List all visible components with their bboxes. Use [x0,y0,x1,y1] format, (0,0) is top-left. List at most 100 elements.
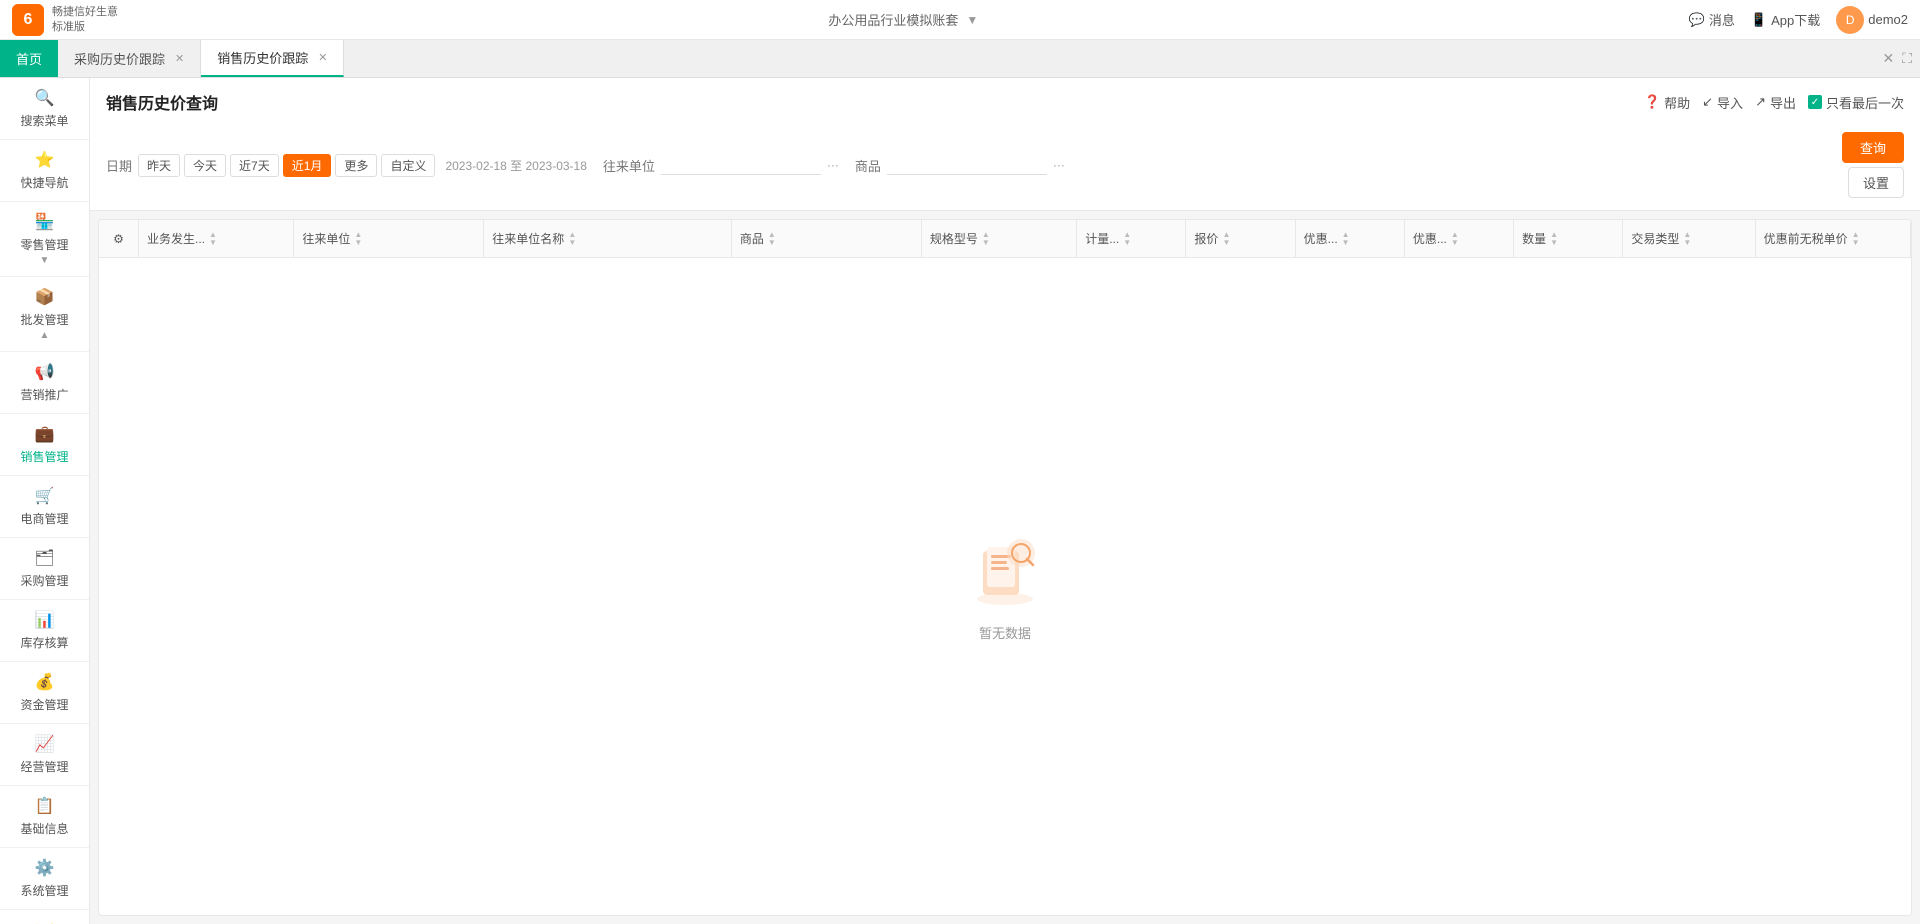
user-name: demo2 [1868,12,1908,27]
sidebar-item-retail[interactable]: 🏪 零售管理 ▼ [0,202,89,277]
sort-partner-name-icon: ▲▼ [568,231,576,247]
app-download-button[interactable]: 📱 App下载 [1751,10,1820,29]
message-icon: 💬 [1689,12,1705,28]
sidebar-item-purchase[interactable]: 🗂 采购管理 [0,538,89,600]
import-icon: ↙ [1702,94,1713,110]
th-partner[interactable]: 往来单位 ▲▼ [294,220,484,257]
th-trade-type[interactable]: 交易类型 ▲▼ [1623,220,1755,257]
retail-arrow-icon: ▼ [40,255,50,266]
retail-icon: 🏪 [35,212,55,232]
sidebar-sales-mgmt-label: 销售管理 [20,448,68,465]
main-layout: 🔍 搜索菜单 ⭐ 快捷导航 🏪 零售管理 ▼ 📦 批发管理 ▲ 📢 营销推广 💼… [0,78,1920,924]
logo-area: 6 畅捷信好生意 标准版 [12,4,118,36]
sidebar-item-basic[interactable]: 📋 基础信息 [0,786,89,848]
help-button[interactable]: ❓ 帮助 [1644,93,1690,112]
sort-biz-date-icon: ▲▼ [209,231,217,247]
account-dropdown-icon[interactable]: ▼ [966,13,978,27]
date-custom[interactable]: 自定义 [381,154,435,177]
date-7days[interactable]: 近7天 [230,154,279,177]
sidebar-item-wholesale[interactable]: 📦 批发管理 ▲ [0,277,89,352]
purchase-history-tab-label: 采购历史价跟踪 [74,49,165,68]
logo-text: 畅捷信好生意 标准版 [52,5,118,34]
sidebar-business-label: 经营管理 [20,758,68,775]
settings-button[interactable]: 设置 [1848,167,1904,198]
sort-notax-price-icon: ▲▼ [1852,231,1860,247]
th-disc2[interactable]: 优惠... ▲▼ [1405,220,1514,257]
th-unit[interactable]: 计量... ▲▼ [1077,220,1186,257]
tab-sales-history[interactable]: 销售历史价跟踪 ✕ [201,40,344,77]
query-button[interactable]: 查询 [1842,132,1904,163]
tab-purchase-history[interactable]: 采购历史价跟踪 ✕ [58,40,201,77]
content-area: 销售历史价查询 ❓ 帮助 ↙ 导入 ↗ 导出 ✓ [90,78,1920,924]
sidebar-inventory-label: 库存核算 [20,634,68,651]
th-settings[interactable]: ⚙ [99,220,139,257]
ecommerce-icon: 🛒 [35,486,55,506]
sort-disc1-icon: ▲▼ [1342,231,1350,247]
sort-price-icon: ▲▼ [1222,231,1230,247]
export-button[interactable]: ↗ 导出 [1755,93,1796,112]
date-more[interactable]: 更多 [335,154,377,177]
date-buttons: 昨天 今天 近7天 近1月 更多 自定义 [138,154,435,177]
system-icon: ⚙️ [35,858,55,878]
partner-input[interactable] [661,155,821,175]
sidebar-retail-label: 零售管理 [20,236,68,253]
finance-icon: 💰 [35,672,55,692]
sidebar-item-finance[interactable]: 💰 资金管理 [0,662,89,724]
sidebar-item-ecommerce[interactable]: 🛒 电商管理 [0,476,89,538]
filter-buttons: 查询 设置 [1842,132,1904,198]
th-disc1[interactable]: 优惠... ▲▼ [1296,220,1405,257]
business-icon: 📈 [35,734,55,754]
sales-history-tab-label: 销售历史价跟踪 [217,48,308,67]
date-filter-label: 日期 [106,156,132,175]
quick-nav-icon: ⭐ [35,150,55,170]
sidebar-item-search[interactable]: 🔍 搜索菜单 [0,78,89,140]
import-button[interactable]: ↙ 导入 [1702,93,1743,112]
home-tab-label: 首页 [16,49,42,68]
sidebar-item-sales-mgmt[interactable]: 💼 销售管理 [0,414,89,476]
th-qty[interactable]: 数量 ▲▼ [1514,220,1623,257]
page-title: 销售历史价查询 [106,90,218,114]
date-yesterday[interactable]: 昨天 [138,154,180,177]
th-price[interactable]: 报价 ▲▼ [1186,220,1295,257]
tab-close-all-icon[interactable]: ✕ [1882,50,1894,67]
account-name[interactable]: 办公用品行业模拟账套 [828,10,958,29]
table-wrapper: ⚙ 业务发生... ▲▼ 往来单位 ▲▼ 往来单位名称 ▲▼ 商品 ▲▼ [98,219,1912,916]
tab-home[interactable]: 首页 [0,40,58,77]
product-input[interactable] [887,155,1047,175]
only-last-checkbox[interactable]: ✓ 只看最后一次 [1808,93,1904,112]
user-profile[interactable]: D demo2 [1836,6,1908,34]
wholesale-arrow-icon: ▲ [40,330,50,341]
sidebar-system-label: 系统管理 [20,882,68,899]
th-product[interactable]: 商品 ▲▼ [732,220,922,257]
sidebar-item-enterprise[interactable]: 🤝 企业协同 [0,910,89,924]
logo-icon: 6 [12,4,44,36]
sidebar-basic-label: 基础信息 [20,820,68,837]
th-biz-date[interactable]: 业务发生... ▲▼ [139,220,294,257]
sidebar-item-business[interactable]: 📈 经营管理 [0,724,89,786]
sidebar-item-marketing[interactable]: 📢 营销推广 [0,352,89,414]
tab-bar: 首页 采购历史价跟踪 ✕ 销售历史价跟踪 ✕ ✕ ⛶ [0,40,1920,78]
sidebar-item-inventory[interactable]: 📊 库存核算 [0,600,89,662]
sidebar: 🔍 搜索菜单 ⭐ 快捷导航 🏪 零售管理 ▼ 📦 批发管理 ▲ 📢 营销推广 💼… [0,78,90,924]
filter-row: 日期 昨天 今天 近7天 近1月 更多 自定义 2023-02-18 至 202… [106,124,1904,202]
product-filter: 商品 ··· [855,155,1065,175]
partner-picker-icon[interactable]: ··· [827,158,839,172]
empty-text: 暂无数据 [979,623,1031,642]
sidebar-quick-nav-label: 快捷导航 [20,174,68,191]
message-button[interactable]: 💬 消息 [1689,10,1735,29]
sidebar-item-system[interactable]: ⚙️ 系统管理 [0,848,89,910]
tab-purchase-close-icon[interactable]: ✕ [175,52,184,65]
marketing-icon: 📢 [35,362,55,382]
sidebar-item-quick-nav[interactable]: ⭐ 快捷导航 [0,140,89,202]
th-spec[interactable]: 规格型号 ▲▼ [922,220,1077,257]
page-title-row: 销售历史价查询 ❓ 帮助 ↙ 导入 ↗ 导出 ✓ [106,90,1904,114]
empty-illustration [965,531,1045,611]
product-picker-icon[interactable]: ··· [1053,158,1065,172]
date-today[interactable]: 今天 [184,154,226,177]
date-1month[interactable]: 近1月 [283,154,332,177]
th-partner-name[interactable]: 往来单位名称 ▲▼ [484,220,732,257]
sort-spec-icon: ▲▼ [982,231,990,247]
th-notax-price[interactable]: 优惠前无税单价 ▲▼ [1756,220,1911,257]
tab-sales-close-icon[interactable]: ✕ [318,51,327,64]
tab-expand-icon[interactable]: ⛶ [1902,50,1912,67]
